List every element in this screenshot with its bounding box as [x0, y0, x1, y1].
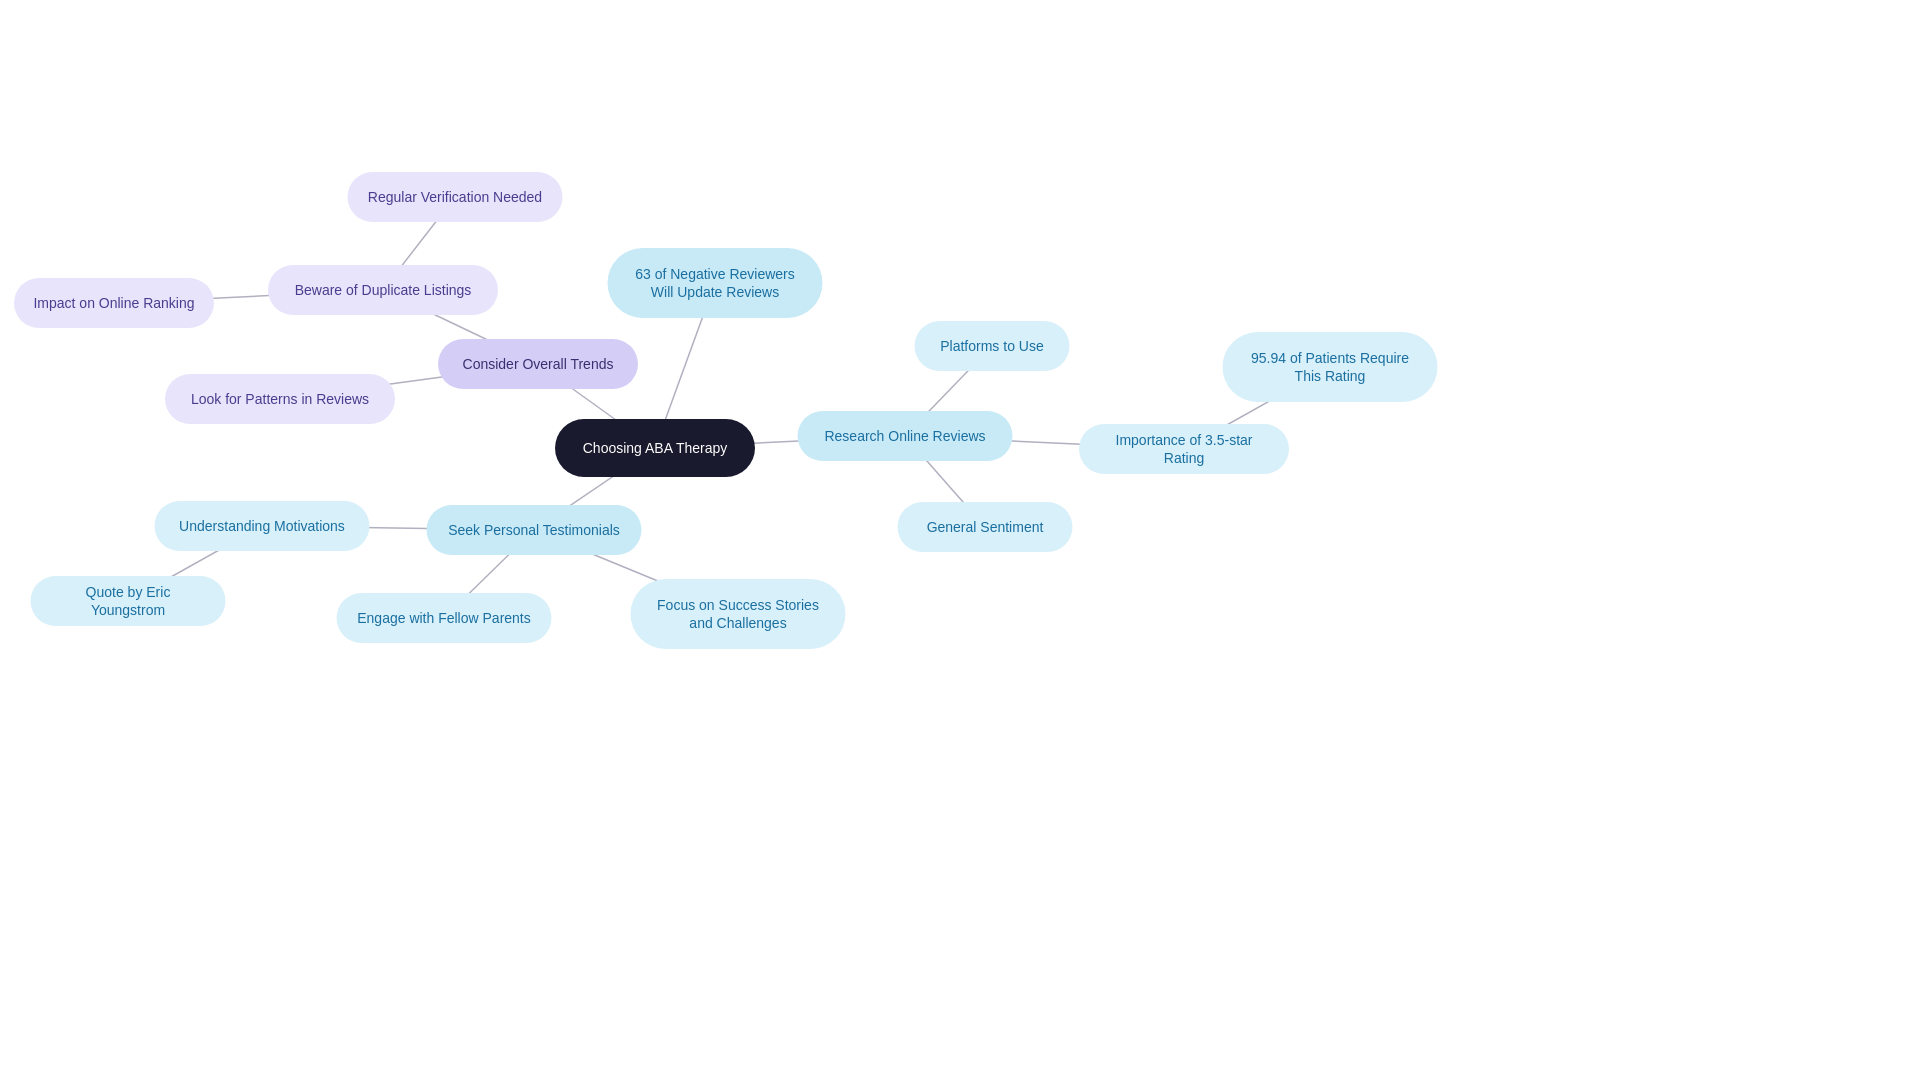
node-label-importance_35_rating: Importance of 3.5-star Rating: [1079, 421, 1289, 477]
node-understanding_motivations[interactable]: Understanding Motivations: [155, 501, 370, 551]
node-consider_overall_trends[interactable]: Consider Overall Trends: [438, 339, 638, 389]
node-seek_personal_testimonials[interactable]: Seek Personal Testimonials: [427, 505, 642, 555]
node-label-understanding_motivations: Understanding Motivations: [161, 507, 363, 545]
node-quote_eric[interactable]: Quote by Eric Youngstrom: [31, 576, 226, 626]
node-label-consider_overall_trends: Consider Overall Trends: [445, 345, 632, 383]
node-label-general_sentiment: General Sentiment: [909, 508, 1062, 546]
node-label-patients_require_rating: 95.94 of Patients Require This Rating: [1223, 339, 1438, 395]
node-label-impact_online_ranking: Impact on Online Ranking: [15, 284, 212, 322]
mind-map-container: Choosing ABA Therapy Consider Overall Tre…: [0, 0, 1920, 1083]
node-negative_reviewers[interactable]: 63 of Negative Reviewers Will Update Rev…: [608, 248, 823, 318]
node-general_sentiment[interactable]: General Sentiment: [898, 502, 1073, 552]
node-label-regular_verification: Regular Verification Needed: [350, 178, 560, 216]
node-label-research_online_reviews: Research Online Reviews: [806, 417, 1003, 455]
node-label-look_patterns: Look for Patterns in Reviews: [173, 380, 387, 418]
node-label-engage_fellow_parents: Engage with Fellow Parents: [339, 599, 549, 637]
node-label-focus_success_stories: Focus on Success Stories and Challenges: [631, 586, 846, 642]
node-regular_verification[interactable]: Regular Verification Needed: [348, 172, 563, 222]
node-platforms_to_use[interactable]: Platforms to Use: [915, 321, 1070, 371]
node-focus_success_stories[interactable]: Focus on Success Stories and Challenges: [631, 579, 846, 649]
node-label-seek_personal_testimonials: Seek Personal Testimonials: [430, 511, 638, 549]
node-label-platforms_to_use: Platforms to Use: [922, 327, 1061, 365]
node-beware_duplicate[interactable]: Beware of Duplicate Listings: [268, 265, 498, 315]
node-impact_online_ranking[interactable]: Impact on Online Ranking: [14, 278, 214, 328]
node-research_online_reviews[interactable]: Research Online Reviews: [798, 411, 1013, 461]
node-engage_fellow_parents[interactable]: Engage with Fellow Parents: [337, 593, 552, 643]
node-central[interactable]: Choosing ABA Therapy: [555, 419, 755, 477]
node-look_patterns[interactable]: Look for Patterns in Reviews: [165, 374, 395, 424]
node-importance_35_rating[interactable]: Importance of 3.5-star Rating: [1079, 424, 1289, 474]
node-patients_require_rating[interactable]: 95.94 of Patients Require This Rating: [1223, 332, 1438, 402]
node-label-quote_eric: Quote by Eric Youngstrom: [31, 573, 226, 629]
node-label-central: Choosing ABA Therapy: [565, 429, 746, 467]
node-label-beware_duplicate: Beware of Duplicate Listings: [277, 271, 490, 309]
node-label-negative_reviewers: 63 of Negative Reviewers Will Update Rev…: [608, 255, 823, 311]
